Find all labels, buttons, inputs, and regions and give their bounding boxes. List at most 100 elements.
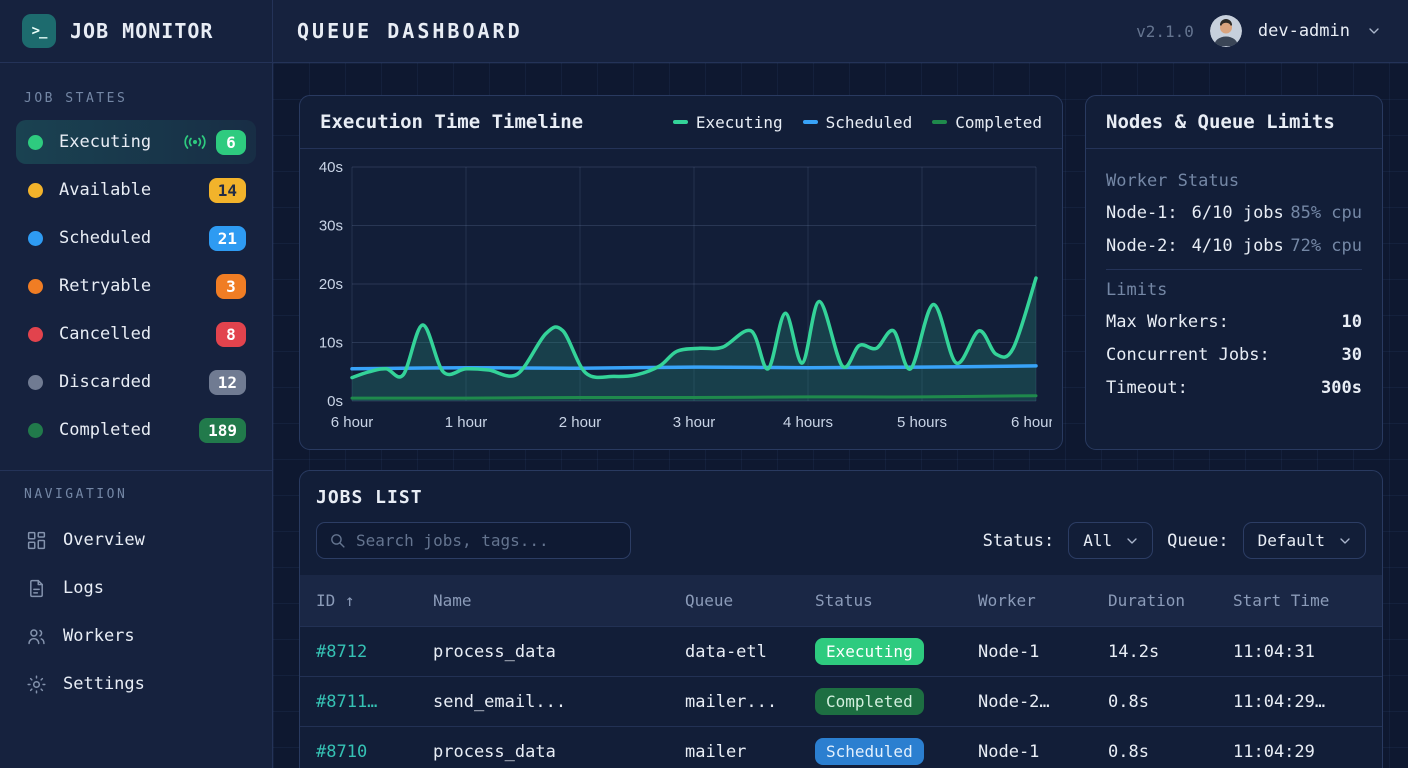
x-tick-label: 3 hour xyxy=(673,414,716,431)
column-header[interactable]: Start Time xyxy=(1233,591,1366,610)
sidebar-item-overview[interactable]: Overview xyxy=(16,516,256,564)
limit-value: 10 xyxy=(1341,312,1362,332)
limits-list: Max Workers: 10 Concurrent Jobs: 30 Timeout:… xyxy=(1106,312,1362,398)
chart-title: Execution Time Timeline xyxy=(320,111,584,133)
jobs-table-header: ID ↑ Name Queue Status Worker Duration Start T… xyxy=(300,575,1382,626)
search-input[interactable] xyxy=(356,531,618,550)
job-id-link[interactable]: #8710 xyxy=(316,742,433,762)
legend-item-executing: Executing xyxy=(672,112,783,132)
execution-timeline-card: Execution Time Timeline Executing Schedul… xyxy=(299,95,1063,450)
timeline-chart: 40s 30s 20s 10s 0s 6 hour 1 hour 2 hour 3 hour 4 … xyxy=(319,159,1061,431)
column-header[interactable]: Worker xyxy=(978,591,1108,610)
job-worker: Node-1 xyxy=(978,641,1040,662)
sidebar-item-workers[interactable]: Workers xyxy=(16,612,256,660)
legend-label: Executing xyxy=(695,112,783,132)
worker-name: Node-2: xyxy=(1106,236,1178,256)
page-title: QUEUE DASHBOARD xyxy=(297,19,523,43)
search-box[interactable] xyxy=(316,522,631,559)
sidebar-divider xyxy=(0,470,272,471)
nav-item-label: Workers xyxy=(63,626,135,646)
limit-row: Max Workers: 10 xyxy=(1106,312,1362,332)
sidebar-state-completed[interactable]: Completed 189 xyxy=(16,408,256,452)
status-filter-select[interactable]: All xyxy=(1068,522,1154,559)
state-dot xyxy=(28,374,43,390)
job-id-link[interactable]: #8711… xyxy=(316,692,433,712)
username-label: dev-admin xyxy=(1257,21,1350,41)
state-count-badge: 8 xyxy=(216,321,246,347)
job-id-link[interactable]: #8712 xyxy=(316,642,433,662)
chevron-down-icon xyxy=(1127,537,1137,544)
legend-label: Completed xyxy=(955,112,1042,132)
queue-filter-select[interactable]: Default xyxy=(1242,522,1366,559)
state-right: 3 xyxy=(216,273,246,299)
state-dot xyxy=(28,230,43,246)
sidebar: JOB STATES Executing 6 Available 14 Schedule… xyxy=(0,63,273,768)
job-start-time: 11:04:29 xyxy=(1233,741,1315,762)
state-count-badge: 14 xyxy=(208,177,246,203)
nav-item-label: Settings xyxy=(63,674,145,694)
state-count-badge: 3 xyxy=(216,273,246,299)
job-worker: Node-1 xyxy=(978,741,1040,762)
table-row[interactable]: #8710 process_data mailer Scheduled Node-1 0.… xyxy=(300,726,1382,768)
state-right: 8 xyxy=(216,321,246,347)
jobs-table-body: #8712 process_data data-etl Executing Node-1… xyxy=(300,626,1382,768)
version-label: v2.1.0 xyxy=(1136,21,1194,41)
limit-label: Max Workers: xyxy=(1106,312,1229,332)
column-header[interactable]: Duration xyxy=(1108,591,1233,610)
column-header[interactable]: ID ↑ xyxy=(316,591,433,610)
state-label: Completed xyxy=(59,420,152,440)
sidebar-state-scheduled[interactable]: Scheduled 21 xyxy=(16,216,256,260)
worker-status-list: Node-1: 6/10 jobs 85% cpu Node-2: 4/10 jobs 7… xyxy=(1106,203,1362,256)
limits-label: Limits xyxy=(1106,280,1168,300)
sidebar-state-discarded[interactable]: Discarded 12 xyxy=(16,360,256,404)
nodes-card-divider xyxy=(1106,269,1362,270)
status-badge: Completed xyxy=(815,688,924,715)
avatar[interactable] xyxy=(1209,15,1242,47)
worker-status-row: Node-1: 6/10 jobs 85% cpu xyxy=(1106,203,1362,223)
status-filter-value: All xyxy=(1083,531,1113,550)
brand: >_ JOB MONITOR xyxy=(0,0,273,62)
column-header[interactable]: Status xyxy=(815,591,978,610)
sidebar-state-cancelled[interactable]: Cancelled 8 xyxy=(16,312,256,356)
job-duration: 0.8s xyxy=(1108,741,1149,762)
y-tick-label: 10s xyxy=(319,335,343,352)
x-tick-label: 2 hour xyxy=(559,414,602,431)
jobs-card-top: JOBS LIST Status: All Queue: Default xyxy=(300,471,1382,559)
state-count-badge: 6 xyxy=(216,129,246,155)
chart-card-header: Execution Time Timeline Executing Schedul… xyxy=(300,96,1062,149)
chevron-down-icon[interactable] xyxy=(1366,23,1382,39)
search-icon xyxy=(331,534,345,548)
table-row[interactable]: #8712 process_data data-etl Executing Node-1… xyxy=(300,626,1382,676)
job-start-time: 11:04:29… xyxy=(1233,691,1326,712)
top-header: >_ JOB MONITOR QUEUE DASHBOARD v2.1.0 de… xyxy=(0,0,1408,63)
sidebar-item-settings[interactable]: Settings xyxy=(16,660,256,708)
worker-cpu: 72% cpu xyxy=(1290,236,1362,256)
jobs-controls: Status: All Queue: Default xyxy=(316,522,1366,559)
jobs-list-card: JOBS LIST Status: All Queue: Default xyxy=(299,470,1383,768)
column-header[interactable]: Name xyxy=(433,591,685,610)
worker-status-row: Node-2: 4/10 jobs 72% cpu xyxy=(1106,236,1362,256)
main-content: Execution Time Timeline Executing Schedul… xyxy=(273,63,1408,768)
state-count-badge: 189 xyxy=(199,417,246,443)
column-header[interactable]: Queue xyxy=(685,591,815,610)
job-queue: mailer... xyxy=(685,691,778,712)
sidebar-item-logs[interactable]: Logs xyxy=(16,564,256,612)
worker-jobs: 6/10 jobs xyxy=(1191,203,1284,223)
app-title: JOB MONITOR xyxy=(70,19,214,43)
state-label: Scheduled xyxy=(59,228,152,248)
sidebar-state-retryable[interactable]: Retryable 3 xyxy=(16,264,256,308)
state-label: Discarded xyxy=(59,372,152,392)
nav-item-label: Logs xyxy=(63,578,104,598)
legend-swatch xyxy=(932,120,948,124)
legend-swatch xyxy=(672,120,688,124)
sidebar-state-available[interactable]: Available 14 xyxy=(16,168,256,212)
sidebar-state-executing[interactable]: Executing 6 xyxy=(16,120,256,164)
state-right: 21 xyxy=(208,225,246,251)
limit-label: Timeout: xyxy=(1106,378,1188,398)
state-label: Retryable xyxy=(59,276,152,296)
limit-row: Concurrent Jobs: 30 xyxy=(1106,345,1362,365)
jobs-table: ID ↑ Name Queue Status Worker Duration Start T… xyxy=(300,575,1382,768)
state-dot xyxy=(28,134,43,150)
chart-plot-area: 40s 30s 20s 10s 0s 6 hour 1 hour 2 hour 3 hour 4 … xyxy=(300,149,1062,445)
table-row[interactable]: #8711… send_email... mailer... Completed Nod… xyxy=(300,676,1382,726)
